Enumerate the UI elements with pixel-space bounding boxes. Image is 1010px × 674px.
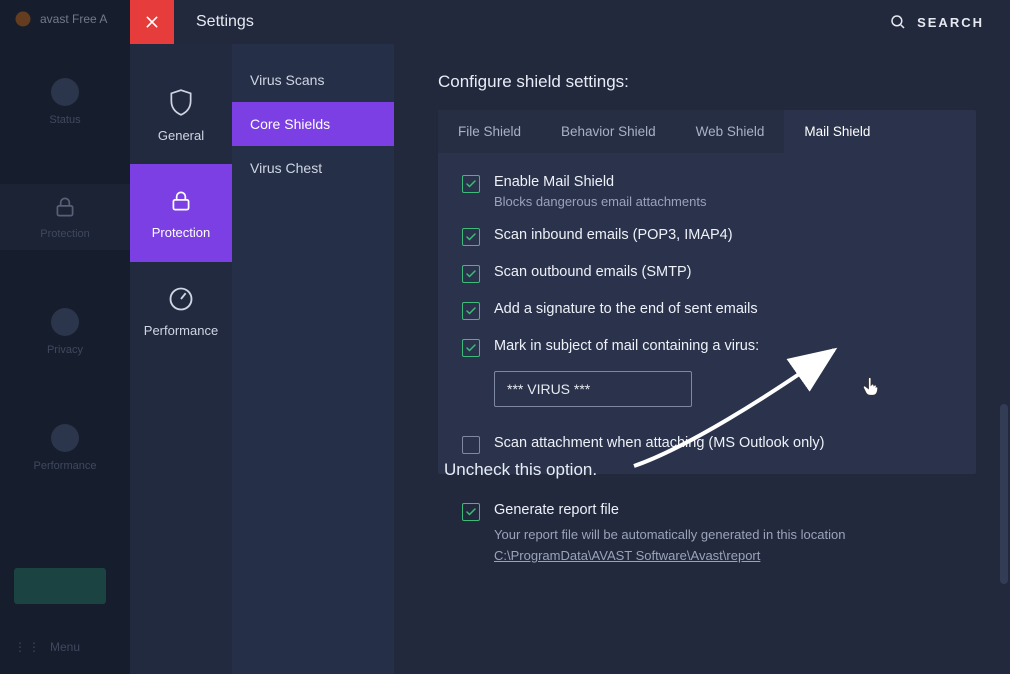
sidebar-item-performance[interactable]: Performance xyxy=(0,414,130,482)
check-icon xyxy=(465,342,477,354)
scrollbar-thumb[interactable] xyxy=(1000,404,1008,584)
option-scan-inbound[interactable]: Scan inbound emails (POP3, IMAP4) xyxy=(462,227,952,246)
tab-file-shield[interactable]: File Shield xyxy=(438,110,541,153)
check-icon xyxy=(465,506,477,518)
checkbox-checked[interactable] xyxy=(462,339,480,357)
option-scan-attachment[interactable]: Scan attachment when attaching (MS Outlo… xyxy=(462,435,952,454)
brand: avast Free A xyxy=(0,0,130,38)
check-icon xyxy=(465,305,477,317)
submenu-column: Virus Scans Core Shields Virus Chest xyxy=(232,44,394,674)
sidebar-item-privacy[interactable]: Privacy xyxy=(0,298,130,366)
tab-label: Behavior Shield xyxy=(561,124,656,139)
sidebar-item-label: Protection xyxy=(40,228,90,240)
category-protection[interactable]: Protection xyxy=(130,164,232,262)
checkbox-checked[interactable] xyxy=(462,175,480,193)
option-enable-mail-shield[interactable]: Enable Mail Shield Blocks dangerous emai… xyxy=(462,174,952,209)
close-icon xyxy=(144,14,160,30)
option-mark-subject[interactable]: Mark in subject of mail containing a vir… xyxy=(462,338,952,357)
close-button[interactable] xyxy=(130,0,174,44)
category-column: General Protection Performance xyxy=(130,44,232,674)
modal-title: Settings xyxy=(196,13,254,31)
category-label: General xyxy=(158,128,204,143)
checkbox-unchecked[interactable] xyxy=(462,436,480,454)
category-label: Performance xyxy=(144,323,218,338)
submenu-virus-scans[interactable]: Virus Scans xyxy=(232,58,394,102)
shield-tabs: File Shield Behavior Shield Web Shield M… xyxy=(438,110,976,154)
privacy-icon xyxy=(51,308,79,336)
lock-icon xyxy=(52,194,78,220)
content-heading: Configure shield settings: xyxy=(438,72,976,92)
tab-web-shield[interactable]: Web Shield xyxy=(676,110,785,153)
app-sidebar-dimmed: avast Free A Status Protection Privacy P… xyxy=(0,0,130,674)
submenu-label: Virus Scans xyxy=(250,72,324,88)
sidebar-item-label: Privacy xyxy=(47,344,83,356)
check-icon xyxy=(465,231,477,243)
sidebar-item-label: Performance xyxy=(34,460,97,472)
category-performance[interactable]: Performance xyxy=(130,262,232,360)
option-label: Scan outbound emails (SMTP) xyxy=(494,264,691,280)
avast-logo-icon xyxy=(14,10,32,28)
option-scan-outbound[interactable]: Scan outbound emails (SMTP) xyxy=(462,264,952,283)
report-path-link[interactable]: C:\ProgramData\AVAST Software\Avast\repo… xyxy=(494,548,976,563)
option-label: Enable Mail Shield xyxy=(494,174,706,190)
option-add-signature[interactable]: Add a signature to the end of sent email… xyxy=(462,301,952,320)
shield-outline-icon xyxy=(167,88,195,118)
tab-label: File Shield xyxy=(458,124,521,139)
report-sublabel: Your report file will be automatically g… xyxy=(494,527,976,542)
sidebar-item-status[interactable]: Status xyxy=(0,68,130,136)
check-icon xyxy=(465,268,477,280)
option-label: Add a signature to the end of sent email… xyxy=(494,301,758,317)
tab-label: Mail Shield xyxy=(804,124,870,139)
status-icon xyxy=(51,78,79,106)
performance-icon xyxy=(51,424,79,452)
virus-subject-input[interactable] xyxy=(494,371,692,407)
sidebar-item-label: Status xyxy=(49,114,80,126)
search-label: SEARCH xyxy=(917,15,984,30)
settings-modal: Settings SEARCH General Protection Perfo… xyxy=(130,0,1010,674)
submenu-label: Core Shields xyxy=(250,116,330,132)
search-button[interactable]: SEARCH xyxy=(889,13,984,31)
primary-action-button[interactable] xyxy=(14,568,106,604)
menu-button[interactable]: ⋮⋮ Menu xyxy=(14,640,80,654)
option-label: Mark in subject of mail containing a vir… xyxy=(494,338,759,354)
report-section: Generate report file Your report file wi… xyxy=(438,502,976,563)
tab-behavior-shield[interactable]: Behavior Shield xyxy=(541,110,676,153)
option-generate-report[interactable]: Generate report file xyxy=(462,502,976,521)
modal-header: Settings SEARCH xyxy=(130,0,1010,44)
option-label: Generate report file xyxy=(494,502,619,518)
sidebar-item-protection[interactable]: Protection xyxy=(0,184,130,250)
lock-icon xyxy=(168,187,194,215)
tab-label: Web Shield xyxy=(696,124,765,139)
checkbox-checked[interactable] xyxy=(462,503,480,521)
option-sublabel: Blocks dangerous email attachments xyxy=(494,194,706,209)
option-label: Scan attachment when attaching (MS Outlo… xyxy=(494,435,824,451)
content-area: Configure shield settings: File Shield B… xyxy=(394,44,1010,674)
gauge-icon xyxy=(167,285,195,313)
category-general[interactable]: General xyxy=(130,66,232,164)
brand-text: avast Free A xyxy=(40,12,107,26)
check-icon xyxy=(465,178,477,190)
checkbox-checked[interactable] xyxy=(462,302,480,320)
tab-mail-shield[interactable]: Mail Shield xyxy=(784,110,890,153)
option-label: Scan inbound emails (POP3, IMAP4) xyxy=(494,227,733,243)
submenu-label: Virus Chest xyxy=(250,160,322,176)
checkbox-checked[interactable] xyxy=(462,228,480,246)
annotation-text: Uncheck this option. xyxy=(444,460,597,480)
shield-panel: File Shield Behavior Shield Web Shield M… xyxy=(438,110,976,474)
submenu-core-shields[interactable]: Core Shields xyxy=(232,102,394,146)
menu-label: Menu xyxy=(50,640,80,654)
submenu-virus-chest[interactable]: Virus Chest xyxy=(232,146,394,190)
category-label: Protection xyxy=(152,225,211,240)
checkbox-checked[interactable] xyxy=(462,265,480,283)
menu-dots-icon: ⋮⋮ xyxy=(14,640,42,654)
search-icon xyxy=(889,13,907,31)
